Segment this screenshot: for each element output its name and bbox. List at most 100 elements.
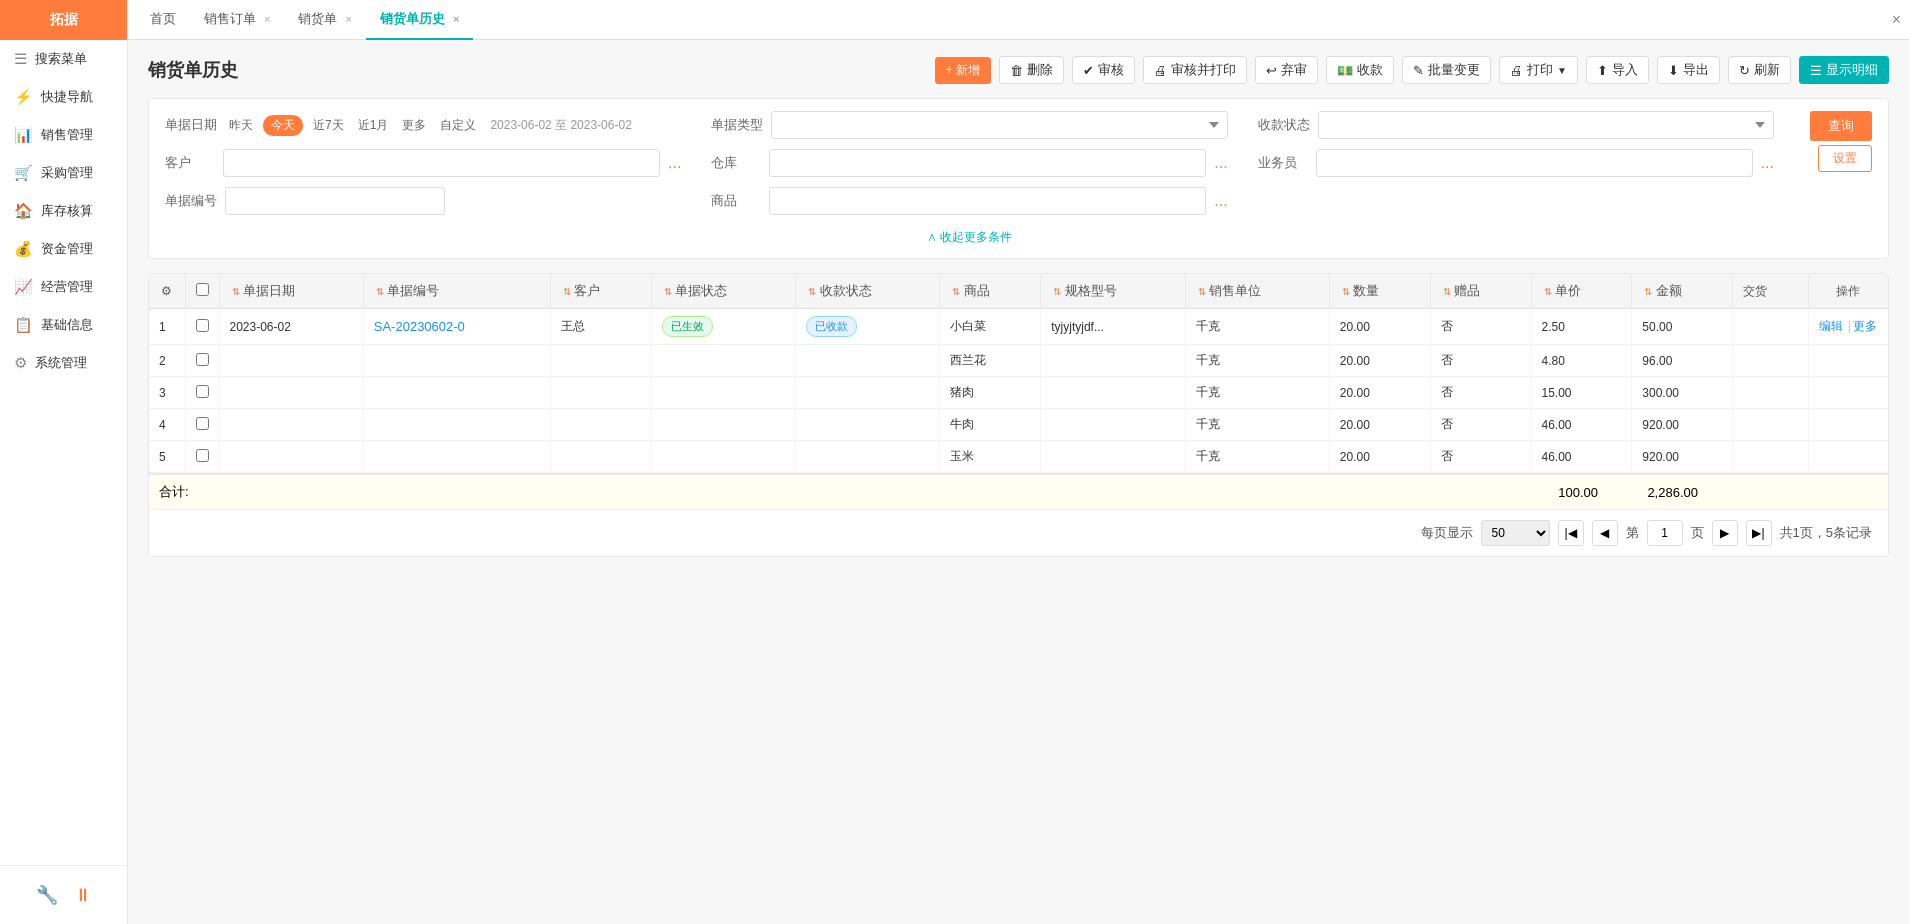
pay-status-label: 收款状态 xyxy=(1258,116,1310,134)
tab-sales-history[interactable]: 销货单历史 × xyxy=(366,0,473,40)
col-unit[interactable]: ⇅ 销售单位 xyxy=(1185,274,1329,309)
col-qty[interactable]: ⇅ 数量 xyxy=(1329,274,1430,309)
tab-close-sales-history[interactable]: × xyxy=(453,13,459,25)
doc-type-select[interactable] xyxy=(771,111,1227,139)
row-checkbox-1[interactable] xyxy=(196,353,209,366)
col-spec[interactable]: ⇅ 规格型号 xyxy=(1041,274,1185,309)
date-opt-yesterday[interactable]: 昨天 xyxy=(225,115,257,136)
abandon-button[interactable]: ↩ 弃审 xyxy=(1255,56,1318,84)
goods-ellipsis[interactable]: ... xyxy=(1214,193,1227,209)
show-details-button[interactable]: ☰ 显示明细 xyxy=(1799,56,1889,84)
quick-nav-icon: ⚡ xyxy=(14,88,33,106)
row-checkbox-3[interactable] xyxy=(196,417,209,430)
col-doc-date[interactable]: ⇅ 单据日期 xyxy=(219,274,363,309)
col-doc-no[interactable]: ⇅ 单据编号 xyxy=(363,274,550,309)
row-check-1[interactable] xyxy=(185,345,219,377)
staff-ellipsis[interactable]: ... xyxy=(1761,155,1774,171)
row-checkbox-2[interactable] xyxy=(196,385,209,398)
row-checkbox-0[interactable] xyxy=(196,319,209,332)
row-goods-3: 牛肉 xyxy=(940,409,1041,441)
window-close-btn[interactable]: × xyxy=(1892,11,1901,29)
filter-staff: 业务员 ... xyxy=(1258,149,1774,177)
sidebar-item-basic-info[interactable]: 📋 基础信息 xyxy=(0,306,127,344)
collapse-filter-btn[interactable]: ∧ 收起更多条件 xyxy=(165,225,1774,246)
page-number-input[interactable] xyxy=(1647,520,1683,546)
tab-sales-delivery[interactable]: 销货单 × xyxy=(284,0,365,40)
sidebar-item-system-mgmt[interactable]: ⚙ 系统管理 xyxy=(0,344,127,382)
pay-status-select[interactable] xyxy=(1318,111,1774,139)
collect-button[interactable]: 💵 收款 xyxy=(1326,56,1394,84)
col-gift[interactable]: ⇅ 赠品 xyxy=(1430,274,1531,309)
pause-icon[interactable]: ⏸ xyxy=(74,885,92,906)
row-check-3[interactable] xyxy=(185,409,219,441)
date-opt-1month[interactable]: 近1月 xyxy=(354,115,393,136)
customer-input[interactable] xyxy=(223,149,660,177)
doc-no-link-0[interactable]: SA-20230602-0 xyxy=(374,319,465,334)
more-action-0[interactable]: 更多 xyxy=(1853,318,1877,335)
prev-page-btn[interactable]: ◀ xyxy=(1592,520,1618,546)
setting-button[interactable]: 设置 xyxy=(1818,145,1872,172)
tab-close-sales-order[interactable]: × xyxy=(264,13,270,25)
filter-customer: 客户 ... xyxy=(165,149,681,177)
next-page-btn[interactable]: ▶ xyxy=(1712,520,1738,546)
row-doc-date-4 xyxy=(219,441,363,473)
print-button[interactable]: 🖨 打印 ▼ xyxy=(1499,56,1578,84)
sidebar-item-operations[interactable]: 📈 经营管理 xyxy=(0,268,127,306)
tab-home[interactable]: 首页 xyxy=(136,0,190,40)
date-opt-custom[interactable]: 自定义 xyxy=(436,115,480,136)
settings-icon[interactable]: 🔧 xyxy=(36,884,58,906)
date-opt-more[interactable]: 更多 xyxy=(398,115,430,136)
col-customer[interactable]: ⇅ 客户 xyxy=(551,274,652,309)
col-goods[interactable]: ⇅ 商品 xyxy=(940,274,1041,309)
select-all-checkbox[interactable] xyxy=(196,283,209,296)
import-button[interactable]: ⬆ 导入 xyxy=(1586,56,1649,84)
sidebar-item-search-menu[interactable]: ☰ 搜索菜单 xyxy=(0,40,127,78)
row-unit-2: 千克 xyxy=(1185,377,1329,409)
col-amount[interactable]: ⇅ 金额 xyxy=(1632,274,1733,309)
doc-no-input[interactable] xyxy=(225,187,445,215)
row-checkbox-4[interactable] xyxy=(196,449,209,462)
audit-button[interactable]: ✔ 审核 xyxy=(1072,56,1135,84)
row-goods-0: 小白菜 xyxy=(940,309,1041,345)
delete-button[interactable]: 🗑 删除 xyxy=(999,56,1064,84)
filter-pay-status: 收款状态 xyxy=(1258,111,1774,139)
sidebar-item-quick-nav[interactable]: ⚡ 快捷导航 xyxy=(0,78,127,116)
audit-print-button[interactable]: 🖨 审核并打印 xyxy=(1143,56,1247,84)
row-qty-1: 20.00 xyxy=(1329,345,1430,377)
tab-sales-order[interactable]: 销售订单 × xyxy=(190,0,284,40)
staff-input[interactable] xyxy=(1316,149,1753,177)
export-button[interactable]: ⬇ 导出 xyxy=(1657,56,1720,84)
print-dropdown-icon: ▼ xyxy=(1557,65,1567,76)
last-page-btn[interactable]: ▶| xyxy=(1746,520,1772,546)
first-page-btn[interactable]: |◀ xyxy=(1558,520,1584,546)
row-doc-date-0: 2023-06-02 xyxy=(219,309,363,345)
sidebar-item-sales-mgmt[interactable]: 📊 销售管理 xyxy=(0,116,127,154)
row-check-2[interactable] xyxy=(185,377,219,409)
warehouse-ellipsis[interactable]: ... xyxy=(1214,155,1227,171)
goods-input[interactable] xyxy=(769,187,1206,215)
sidebar-item-inventory[interactable]: 🏠 库存核算 xyxy=(0,192,127,230)
sidebar-item-purchase-mgmt[interactable]: 🛒 采购管理 xyxy=(0,154,127,192)
row-doc-no-0[interactable]: SA-20230602-0 xyxy=(363,309,550,345)
col-gear[interactable]: ⚙ xyxy=(149,274,185,309)
date-opt-today[interactable]: 今天 xyxy=(263,115,303,136)
date-opt-7days[interactable]: 近7天 xyxy=(309,115,348,136)
query-button[interactable]: 查询 xyxy=(1810,111,1872,141)
customer-ellipsis[interactable]: ... xyxy=(668,155,681,171)
warehouse-input[interactable] xyxy=(769,149,1206,177)
new-button[interactable]: + 新增 xyxy=(935,57,991,84)
per-page-select[interactable]: 50 100 200 xyxy=(1481,520,1550,546)
row-check-0[interactable] xyxy=(185,309,219,345)
refresh-button[interactable]: ↻ 刷新 xyxy=(1728,56,1791,84)
col-price[interactable]: ⇅ 单价 xyxy=(1531,274,1632,309)
tab-close-sales-delivery[interactable]: × xyxy=(345,13,351,25)
row-check-4[interactable] xyxy=(185,441,219,473)
col-doc-status[interactable]: ⇅ 单据状态 xyxy=(651,274,795,309)
row-doc-date-1 xyxy=(219,345,363,377)
batch-change-button[interactable]: ✎ 批量变更 xyxy=(1402,56,1491,84)
row-amount-1: 96.00 xyxy=(1632,345,1733,377)
edit-action-0[interactable]: 编辑 xyxy=(1819,318,1843,335)
sidebar-item-finance[interactable]: 💰 资金管理 xyxy=(0,230,127,268)
col-pay-status[interactable]: ⇅ 收款状态 xyxy=(796,274,940,309)
row-doc-status-3 xyxy=(651,409,795,441)
